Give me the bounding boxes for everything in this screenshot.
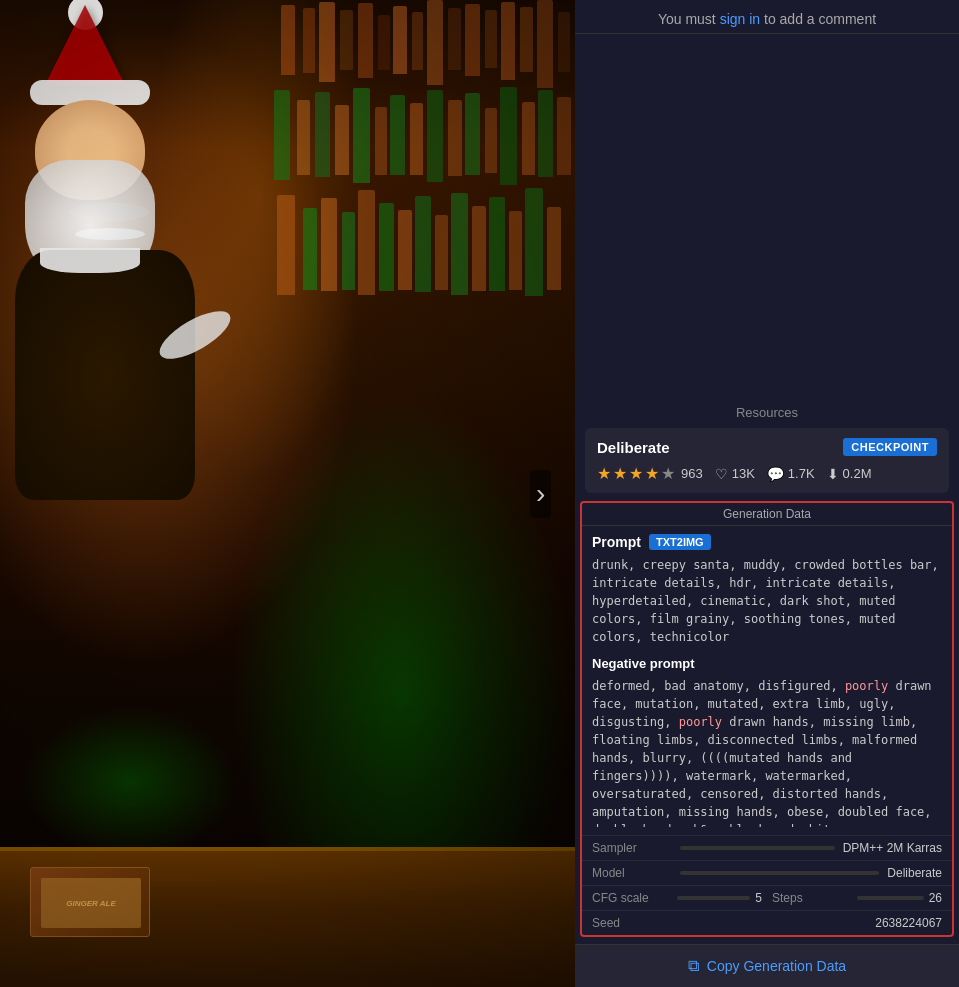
star-2: ★ — [613, 464, 627, 483]
star-5: ★ — [661, 464, 675, 483]
model-value: Deliberate — [887, 866, 942, 880]
heart-icon: ♡ — [715, 466, 728, 482]
cfg-label: CFG scale — [592, 891, 672, 905]
generation-data-header: Generation Data — [582, 503, 952, 526]
sampler-label: Sampler — [592, 841, 672, 855]
steps-bar — [857, 896, 924, 900]
star-1: ★ — [597, 464, 611, 483]
main-image: GINGER ALE — [0, 0, 575, 987]
bottles-background — [255, 0, 575, 560]
downloads-count: 0.2M — [843, 466, 872, 481]
checkpoint-card: Deliberate CHECKPOINT ★ ★ ★ ★ ★ 963 ♡ 13… — [585, 428, 949, 493]
cfg-steps-row: CFG scale 5 Steps 26 — [582, 885, 952, 910]
prompt-header-row: Prompt TXT2IMG — [592, 534, 942, 550]
downloads-stat: ⬇ 0.2M — [827, 466, 872, 482]
seed-value: 2638224067 — [652, 916, 942, 930]
copy-button-label: Copy Generation Data — [707, 958, 846, 974]
rating-stars: ★ ★ ★ ★ ★ 963 — [597, 464, 703, 483]
image-panel: GINGER ALE › — [0, 0, 575, 987]
rating-count: 963 — [681, 466, 703, 481]
model-label: Model — [592, 866, 672, 880]
star-4: ★ — [645, 464, 659, 483]
copy-icon: ⧉ — [688, 957, 699, 975]
bar-counter: GINGER ALE — [0, 847, 575, 987]
santa-figure — [15, 20, 295, 520]
download-icon: ⬇ — [827, 466, 839, 482]
txt2img-badge: TXT2IMG — [649, 534, 711, 550]
cfg-pair: CFG scale 5 — [592, 891, 762, 905]
checkpoint-name[interactable]: Deliberate — [597, 439, 670, 456]
model-bar — [680, 871, 879, 875]
steps-pair: Steps 26 — [772, 891, 942, 905]
copy-generation-data-button[interactable]: ⧉ Copy Generation Data — [575, 944, 959, 987]
generation-data-body: Prompt TXT2IMG drunk, creepy santa, mudd… — [582, 526, 952, 835]
star-3: ★ — [629, 464, 643, 483]
seed-row: Seed 2638224067 — [582, 910, 952, 935]
comments-stat: 💬 1.7K — [767, 466, 815, 482]
next-arrow[interactable]: › — [530, 470, 551, 518]
resources-section-label: Resources — [575, 397, 959, 428]
likes-stat: ♡ 13K — [715, 466, 755, 482]
comments-count: 1.7K — [788, 466, 815, 481]
prompt-label: Prompt — [592, 534, 641, 550]
cfg-value: 5 — [755, 891, 762, 905]
steps-value: 26 — [929, 891, 942, 905]
sign-in-prompt: You must sign in to add a comment — [658, 11, 876, 27]
cfg-bar — [677, 896, 750, 900]
sampler-bar — [680, 846, 835, 850]
likes-count: 13K — [732, 466, 755, 481]
seed-label: Seed — [592, 916, 652, 930]
sampler-value: DPM++ 2M Karras — [843, 841, 942, 855]
negative-prompt-label: Negative prompt — [592, 656, 942, 671]
checkpoint-badge: CHECKPOINT — [843, 438, 937, 456]
model-row: Model Deliberate — [582, 860, 952, 885]
right-panel: You must sign in to add a comment Resour… — [575, 0, 959, 987]
steps-label: Steps — [772, 891, 852, 905]
sign-in-link[interactable]: sign in — [720, 11, 760, 27]
sampler-row: Sampler DPM++ 2M Karras — [582, 835, 952, 860]
generation-data-section: Generation Data Prompt TXT2IMG drunk, cr… — [580, 501, 954, 937]
comment-icon: 💬 — [767, 466, 784, 482]
negative-prompt-text: deformed, bad anatomy, disfigured, poorl… — [592, 677, 942, 827]
comment-section: You must sign in to add a comment — [575, 0, 959, 34]
prompt-text: drunk, creepy santa, muddy, crowded bott… — [592, 556, 942, 646]
empty-content-area — [575, 34, 959, 397]
negative-prompt-container: deformed, bad anatomy, disfigured, poorl… — [592, 677, 942, 827]
